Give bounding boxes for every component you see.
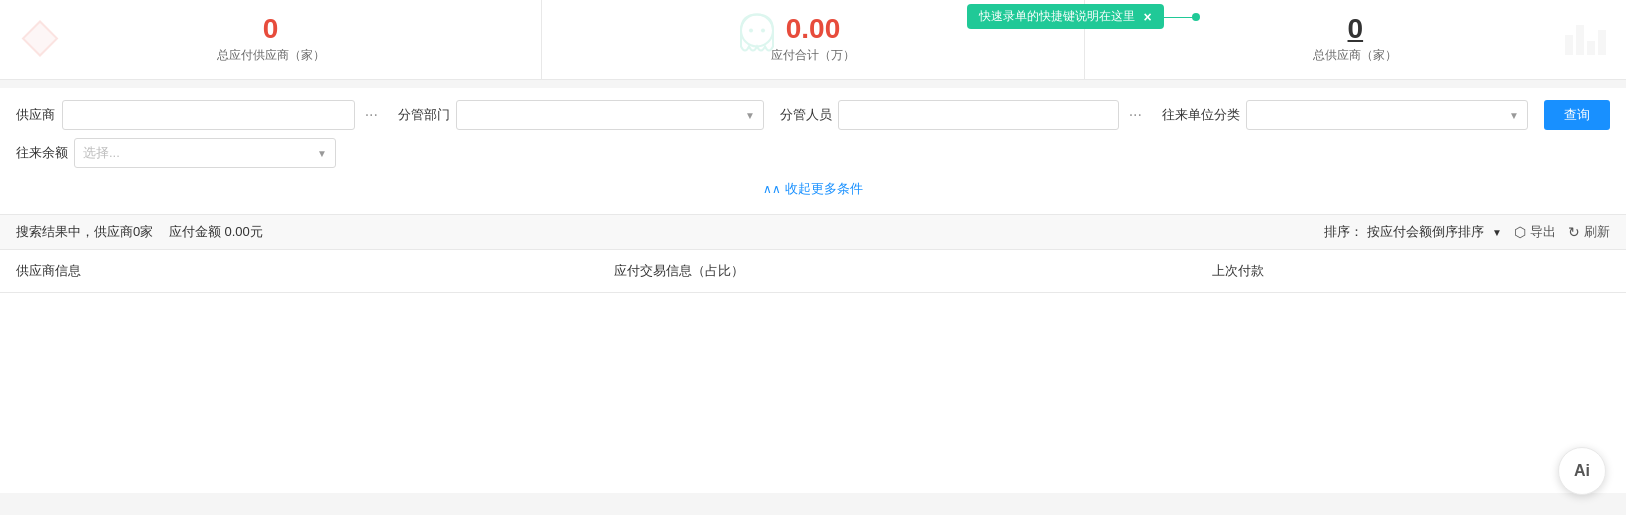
svg-point-3 [761,28,765,32]
col-header-transaction: 应付交易信息（占比） [614,262,1212,280]
stat-total-suppliers: 0 总供应商（家） [1085,0,1626,79]
stat-3-label: 总供应商（家） [1313,47,1397,64]
diamond-icon [16,14,64,62]
department-chevron-icon: ▼ [745,110,755,121]
results-amount-text: 应付金额 0.00元 [169,224,263,239]
tooltip-line [1164,17,1194,18]
col-header-payment: 上次付款 [1212,262,1611,280]
stat-1-label: 总应付供应商（家） [217,47,325,64]
stats-bar: 0 总应付供应商（家） 0.00 应付合计（万） 快速录单的快捷键说明在这里 × [0,0,1626,80]
svg-point-2 [749,28,753,32]
results-info-area: 搜索结果中，供应商0家 应付金额 0.00元 [16,223,263,241]
tooltip-dot [1192,13,1200,21]
ghost-icon [729,10,785,66]
table-header: 供应商信息 应付交易信息（占比） 上次付款 [0,250,1626,293]
filter-person: 分管人员 ··· [780,100,1146,130]
filter-unit-category: 往来单位分类 ▼ [1162,100,1528,130]
export-label: 导出 [1530,223,1556,241]
filter-section: 供应商 ··· 分管部门 ▼ 分管人员 ··· 往来单位分类 ▼ 查询 [0,88,1626,215]
results-count-text: 搜索结果中，供应商0家 [16,224,153,239]
sort-label: 排序： [1324,223,1363,241]
export-button[interactable]: ⬡ 导出 [1514,223,1556,241]
stat-total-payable-amount: 0.00 应付合计（万） 快速录单的快捷键说明在这里 × [542,0,1084,79]
filter-row-2: 往来余额 选择... ▼ [16,138,1610,168]
tooltip-container: 快速录单的快捷键说明在这里 × [967,4,1163,29]
supplier-input[interactable] [62,100,355,130]
export-icon: ⬡ [1514,224,1526,240]
collapse-up-icon: ∧∧ [763,182,781,196]
person-label: 分管人员 [780,106,832,124]
tooltip-text: 快速录单的快捷键说明在这里 [979,8,1135,25]
svg-rect-0 [23,21,57,55]
stat-1-number: 0 [263,15,279,43]
stat-2-number: 0.00 [786,15,841,43]
tooltip-box: 快速录单的快捷键说明在这里 × [967,4,1163,29]
filter-balance: 往来余额 选择... ▼ [16,138,336,168]
stat-3-number: 0 [1348,15,1364,43]
results-actions: 排序： 按应付会额倒序排序 ▼ ⬡ 导出 ↻ 刷新 [1324,223,1610,241]
unit-category-select[interactable]: ▼ [1246,100,1528,130]
sort-value: 按应付会额倒序排序 [1367,223,1484,241]
results-bar: 搜索结果中，供应商0家 应付金额 0.00元 排序： 按应付会额倒序排序 ▼ ⬡… [0,215,1626,250]
unit-category-chevron-icon: ▼ [1509,110,1519,121]
refresh-icon: ↻ [1568,224,1580,240]
person-input[interactable] [838,100,1119,130]
supplier-dots-button[interactable]: ··· [361,106,382,124]
col-header-supplier: 供应商信息 [16,262,614,280]
filter-department: 分管部门 ▼ [398,100,764,130]
balance-select[interactable]: 选择... ▼ [74,138,336,168]
refresh-label: 刷新 [1584,223,1610,241]
balance-chevron-icon: ▼ [317,148,327,159]
collapse-button[interactable]: ∧∧ 收起更多条件 [763,176,863,202]
balance-label: 往来余额 [16,144,68,162]
supplier-label: 供应商 [16,106,56,124]
collapse-label: 收起更多条件 [785,180,863,198]
balance-placeholder: 选择... [83,144,317,162]
unit-category-label: 往来单位分类 [1162,106,1240,124]
department-select[interactable]: ▼ [456,100,764,130]
filter-supplier: 供应商 ··· [16,100,382,130]
ai-button[interactable]: Ai [1558,447,1606,493]
sort-chevron-icon: ▼ [1492,227,1502,238]
svg-point-1 [741,14,773,46]
sort-select[interactable]: 排序： 按应付会额倒序排序 ▼ [1324,223,1502,241]
filter-row-1: 供应商 ··· 分管部门 ▼ 分管人员 ··· 往来单位分类 ▼ 查询 [16,100,1610,130]
query-button[interactable]: 查询 [1544,100,1610,130]
tooltip-close-button[interactable]: × [1143,9,1151,25]
stat-total-payable-suppliers: 0 总应付供应商（家） [0,0,542,79]
department-label: 分管部门 [398,106,450,124]
refresh-button[interactable]: ↻ 刷新 [1568,223,1610,241]
table-body [0,293,1626,493]
person-dots-button[interactable]: ··· [1125,106,1146,124]
